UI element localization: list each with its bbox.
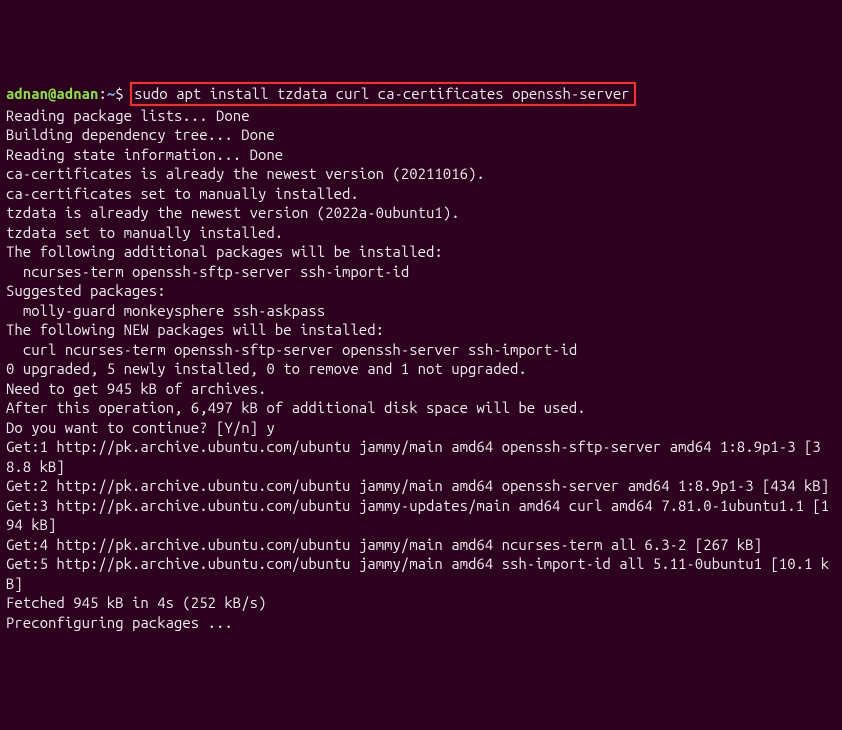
output-line: Get:4 http://pk.archive.ubuntu.com/ubunt… xyxy=(6,535,836,555)
highlighted-command: sudo apt install tzdata curl ca-certific… xyxy=(130,82,636,106)
output-line: Get:2 http://pk.archive.ubuntu.com/ubunt… xyxy=(6,476,836,496)
output-line: Reading package lists... Done xyxy=(6,106,836,126)
output-line: tzdata is already the newest version (20… xyxy=(6,203,836,223)
output-line: Get:3 http://pk.archive.ubuntu.com/ubunt… xyxy=(6,496,836,535)
output-line: Suggested packages: xyxy=(6,281,836,301)
output-line: Reading state information... Done xyxy=(6,145,836,165)
prompt-dollar: $ xyxy=(115,85,123,102)
output-line: After this operation, 6,497 kB of additi… xyxy=(6,398,836,418)
output-line: Do you want to continue? [Y/n] y xyxy=(6,418,836,438)
output-line: Fetched 945 kB in 4s (252 kB/s) xyxy=(6,593,836,613)
output-line: ca-certificates is already the newest ve… xyxy=(6,164,836,184)
output-line: ncurses-term openssh-sftp-server ssh-imp… xyxy=(6,262,836,282)
prompt-user: adnan xyxy=(6,85,48,102)
output-line: Preconfiguring packages ... xyxy=(6,613,836,633)
output-line: Building dependency tree... Done xyxy=(6,125,836,145)
terminal-output: Reading package lists... DoneBuilding de… xyxy=(6,106,836,633)
terminal-prompt-line[interactable]: adnan@adnan:~$ sudo apt install tzdata c… xyxy=(6,82,836,106)
output-line: molly-guard monkeysphere ssh-askpass xyxy=(6,301,836,321)
output-line: tzdata set to manually installed. xyxy=(6,223,836,243)
output-line: The following additional packages will b… xyxy=(6,242,836,262)
prompt-colon: : xyxy=(98,85,106,102)
output-line: curl ncurses-term openssh-sftp-server op… xyxy=(6,340,836,360)
output-line: Get:1 http://pk.archive.ubuntu.com/ubunt… xyxy=(6,437,836,476)
output-line: ca-certificates set to manually installe… xyxy=(6,184,836,204)
output-line: The following NEW packages will be insta… xyxy=(6,320,836,340)
prompt-path: ~ xyxy=(107,85,115,102)
output-line: Get:5 http://pk.archive.ubuntu.com/ubunt… xyxy=(6,554,836,593)
command-text: sudo apt install tzdata curl ca-certific… xyxy=(134,85,630,102)
prompt-host: adnan xyxy=(56,85,98,102)
output-line: 0 upgraded, 5 newly installed, 0 to remo… xyxy=(6,359,836,379)
output-line: Need to get 945 kB of archives. xyxy=(6,379,836,399)
